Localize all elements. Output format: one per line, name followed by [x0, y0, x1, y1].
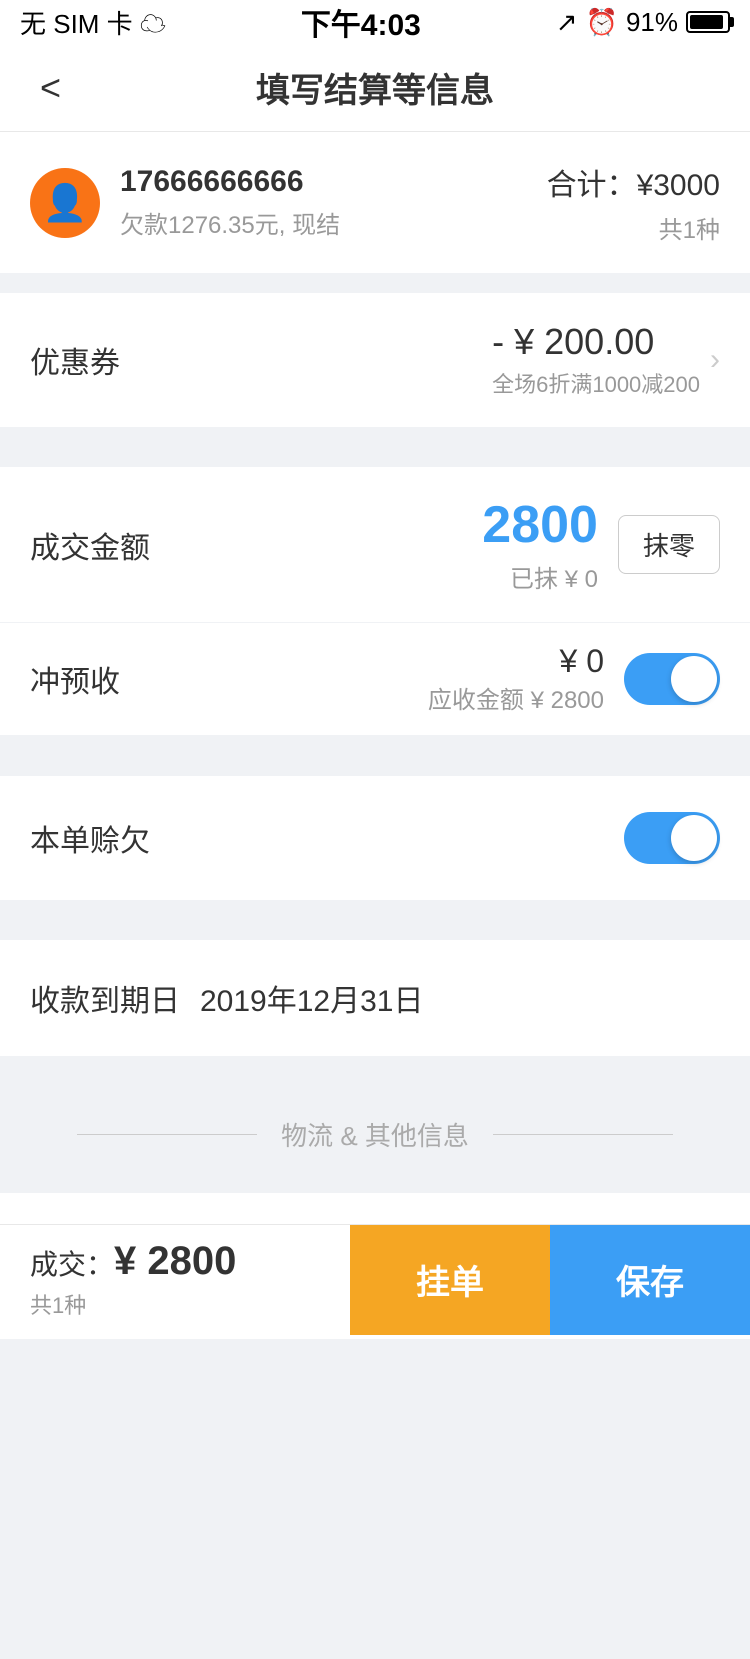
gray-bg-area: [0, 1339, 750, 1539]
coupon-discount: - ¥ 200.00: [492, 321, 700, 363]
bottom-deal-sub: 共1种: [30, 1288, 320, 1320]
deal-amount-label: 成交金额: [30, 523, 150, 567]
bottom-bar: 成交：¥ 2800 共1种 挂单 保存: [0, 1224, 750, 1334]
coupon-right: - ¥ 200.00 全场6折满1000减200 ›: [492, 321, 720, 399]
deal-amount-value: 2800: [482, 495, 598, 555]
debt-label: 本单赊欠: [30, 816, 150, 860]
logistics-label: 物流 & 其他信息: [281, 1121, 469, 1151]
section-divider-4: [0, 1076, 750, 1096]
chong-right: ¥ 0 应收金额 ¥ 2800: [428, 643, 720, 715]
main-content: 👤 17666666666 欠款1276.35元, 现结 合计：¥3000 共1…: [0, 132, 750, 1659]
back-button[interactable]: <: [30, 57, 71, 119]
chevron-right-icon: ›: [710, 343, 720, 377]
sim-text: 无 SIM 卡 ☁: [20, 4, 166, 41]
customer-sub: 欠款1276.35元, 现结: [120, 205, 547, 240]
bottom-deal-label: 成交：¥ 2800: [30, 1239, 320, 1284]
chong-label: 冲预收: [30, 657, 120, 701]
customer-phone: 17666666666: [120, 165, 547, 199]
deal-amount-right: 2800 已抹 ¥ 0 抹零: [482, 495, 720, 594]
chong-yushou-row: 冲预收 ¥ 0 应收金额 ¥ 2800: [0, 623, 750, 736]
section-divider-5: [0, 1173, 750, 1193]
user-icon: 👤: [43, 182, 88, 224]
section-divider-3: [0, 920, 750, 940]
status-time: 下午4:03: [301, 0, 421, 44]
alarm-icon: ⏰: [586, 7, 618, 38]
battery-percent: 91%: [626, 7, 678, 38]
chong-amount-block: ¥ 0 应收金额 ¥ 2800: [428, 643, 604, 715]
coupon-desc: 全场6折满1000减200: [492, 367, 700, 399]
status-bar: 无 SIM 卡 ☁ 下午4:03 ↗ ⏰ 91%: [0, 0, 750, 44]
customer-card: 👤 17666666666 欠款1276.35元, 现结 合计：¥3000 共1…: [0, 132, 750, 273]
debt-toggle-knob: [671, 815, 717, 861]
total-sub: 共1种: [547, 210, 720, 245]
deal-amount-section: 成交金额 2800 已抹 ¥ 0 抹零 冲预收 ¥ 0 应收金额 ¥ 2800: [0, 467, 750, 736]
save-button[interactable]: 保存: [550, 1225, 750, 1335]
customer-total: 合计：¥3000 共1种: [547, 160, 720, 245]
chong-amount: ¥ 0: [428, 643, 604, 680]
total-amount: 合计：¥3000: [547, 160, 720, 204]
deal-amount-sub: 已抹 ¥ 0: [482, 559, 598, 594]
battery-icon: [686, 11, 730, 33]
deal-amount-row: 成交金额 2800 已抹 ¥ 0 抹零: [0, 467, 750, 623]
debt-row: 本单赊欠: [0, 776, 750, 900]
chong-toggle[interactable]: [624, 653, 720, 705]
duedate-value: 2019年12月31日: [200, 976, 423, 1020]
coupon-row[interactable]: 优惠券 - ¥ 200.00 全场6折满1000减200 ›: [0, 293, 750, 427]
avatar: 👤: [30, 168, 100, 238]
chong-sub: 应收金额 ¥ 2800: [428, 680, 604, 715]
round-button[interactable]: 抹零: [618, 515, 720, 574]
coupon-label: 优惠券: [30, 338, 120, 382]
location-icon: ↗: [556, 7, 578, 38]
toggle-knob: [671, 656, 717, 702]
bottom-summary: 成交：¥ 2800 共1种: [0, 1239, 350, 1320]
section-divider-2: [0, 756, 750, 776]
logistics-divider: 物流 & 其他信息: [0, 1096, 750, 1173]
section-divider-1: [0, 447, 750, 467]
status-left: 无 SIM 卡 ☁: [20, 4, 166, 41]
hang-button[interactable]: 挂单: [350, 1225, 550, 1335]
duedate-row: 收款到期日 2019年12月31日: [0, 940, 750, 1056]
page-title: 填写结算等信息: [256, 63, 494, 112]
customer-info: 17666666666 欠款1276.35元, 现结: [120, 165, 547, 240]
status-right: ↗ ⏰ 91%: [556, 7, 730, 38]
nav-bar: < 填写结算等信息: [0, 44, 750, 132]
debt-toggle[interactable]: [624, 812, 720, 864]
bottom-deal-amount: ¥ 2800: [114, 1239, 236, 1283]
duedate-label: 收款到期日: [30, 976, 180, 1020]
